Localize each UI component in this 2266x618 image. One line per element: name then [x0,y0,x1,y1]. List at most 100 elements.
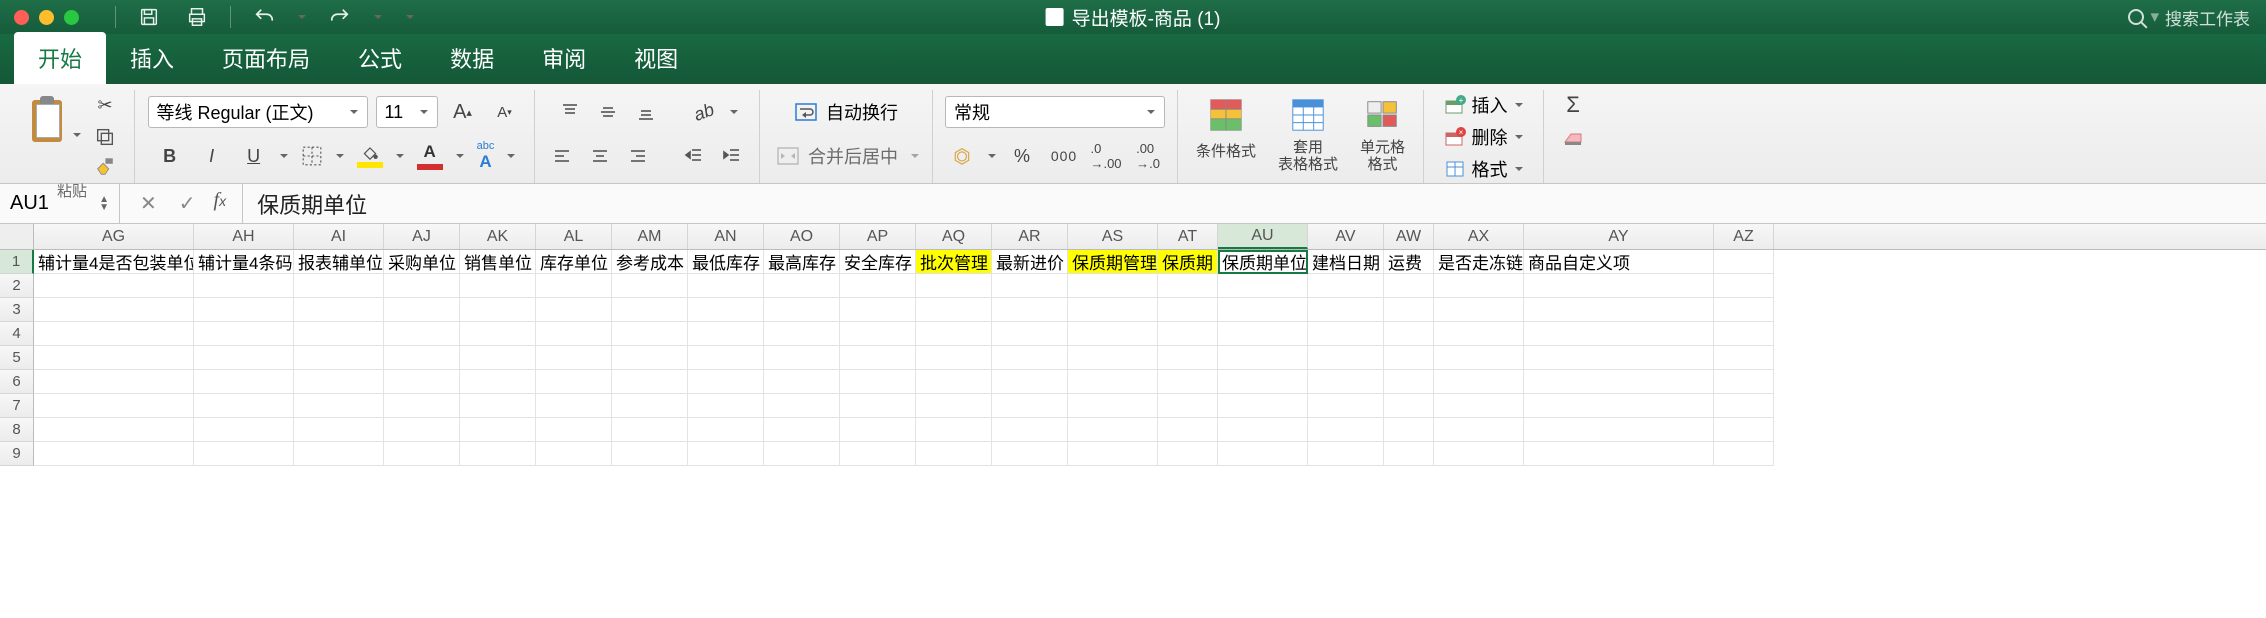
format-as-table-button[interactable]: 套用 表格格式 [1272,90,1344,177]
cell-AS6[interactable] [1068,370,1158,394]
cell-AO7[interactable] [764,394,840,418]
tab-插入[interactable]: 插入 [106,32,198,84]
cell-AS3[interactable] [1068,298,1158,322]
cell-AI1[interactable]: 报表辅单位 [294,250,384,274]
tab-公式[interactable]: 公式 [334,32,426,84]
cell-AP8[interactable] [840,418,916,442]
cell-AL8[interactable] [536,418,612,442]
cell-AM1[interactable]: 参考成本 [612,250,688,274]
orientation-button[interactable]: ab [687,97,721,127]
font-color-button[interactable]: A [413,140,447,172]
cell-AI2[interactable] [294,274,384,298]
font-color-dropdown[interactable] [455,150,465,162]
cell-AH6[interactable] [194,370,294,394]
cell-AI9[interactable] [294,442,384,466]
borders-button[interactable] [297,143,327,169]
cell-AK9[interactable] [460,442,536,466]
cell-AZ4[interactable] [1714,322,1774,346]
cut-button[interactable]: ✂ [88,90,122,120]
cell-AI7[interactable] [294,394,384,418]
increase-font-button[interactable]: A▴ [446,97,480,127]
cell-AT3[interactable] [1158,298,1218,322]
cell-AS2[interactable] [1068,274,1158,298]
cell-AH7[interactable] [194,394,294,418]
cell-AL3[interactable] [536,298,612,322]
font-size-dropdown[interactable]: 11 [376,96,438,128]
cell-AP6[interactable] [840,370,916,394]
column-header-AW[interactable]: AW [1384,224,1434,249]
cell-AU6[interactable] [1218,370,1308,394]
align-bottom-button[interactable] [631,99,661,125]
cell-AG6[interactable] [34,370,194,394]
row-header-8[interactable]: 8 [0,418,34,442]
cell-AP2[interactable] [840,274,916,298]
decrease-decimal-button[interactable]: .00→.0 [1131,141,1165,171]
row-header-6[interactable]: 6 [0,370,34,394]
column-header-AQ[interactable]: AQ [916,224,992,249]
cell-AT1[interactable]: 保质期 [1158,250,1218,274]
cell-AJ3[interactable] [384,298,460,322]
cell-AT2[interactable] [1158,274,1218,298]
cell-AQ2[interactable] [916,274,992,298]
tab-页面布局[interactable]: 页面布局 [198,32,334,84]
cell-AJ6[interactable] [384,370,460,394]
fill-color-dropdown[interactable] [395,150,405,162]
cell-AK7[interactable] [460,394,536,418]
column-header-AS[interactable]: AS [1068,224,1158,249]
increase-indent-button[interactable] [717,143,747,169]
cell-AQ9[interactable] [916,442,992,466]
phonetic-button[interactable]: abcA [473,138,499,174]
cell-AU5[interactable] [1218,346,1308,370]
cell-AW2[interactable] [1384,274,1434,298]
cell-AY9[interactable] [1524,442,1714,466]
cell-AJ4[interactable] [384,322,460,346]
cell-AI8[interactable] [294,418,384,442]
cell-AT6[interactable] [1158,370,1218,394]
cell-AK6[interactable] [460,370,536,394]
cell-AW5[interactable] [1384,346,1434,370]
cell-AM9[interactable] [612,442,688,466]
cell-AN7[interactable] [688,394,764,418]
cell-AO4[interactable] [764,322,840,346]
cell-AU8[interactable] [1218,418,1308,442]
cell-AP5[interactable] [840,346,916,370]
format-cells-button[interactable]: 格式 [1440,154,1528,184]
accounting-dropdown[interactable] [987,150,997,162]
clear-button[interactable] [1556,126,1590,150]
cell-AP1[interactable]: 安全库存 [840,250,916,274]
print-button[interactable] [182,4,212,30]
cell-AJ8[interactable] [384,418,460,442]
cell-AU3[interactable] [1218,298,1308,322]
percent-button[interactable]: % [1005,141,1039,171]
number-format-dropdown[interactable]: 常规 [945,96,1165,128]
cell-AK3[interactable] [460,298,536,322]
cell-AY2[interactable] [1524,274,1714,298]
decrease-indent-button[interactable] [679,143,709,169]
align-middle-button[interactable] [593,99,623,125]
conditional-formatting-button[interactable]: 条件格式 [1190,90,1262,165]
cell-AV1[interactable]: 建档日期 [1308,250,1384,274]
cell-AS5[interactable] [1068,346,1158,370]
column-header-AU[interactable]: AU [1218,224,1308,249]
cell-AQ5[interactable] [916,346,992,370]
cell-AX3[interactable] [1434,298,1524,322]
cell-AI6[interactable] [294,370,384,394]
row-header-3[interactable]: 3 [0,298,34,322]
cell-AW3[interactable] [1384,298,1434,322]
cell-AX9[interactable] [1434,442,1524,466]
cell-AG3[interactable] [34,298,194,322]
cell-AN1[interactable]: 最低库存 [688,250,764,274]
cell-AL1[interactable]: 库存单位 [536,250,612,274]
cell-AM5[interactable] [612,346,688,370]
tab-开始[interactable]: 开始 [14,32,106,84]
cell-AI4[interactable] [294,322,384,346]
cell-AH2[interactable] [194,274,294,298]
undo-button[interactable] [249,4,279,30]
paste-dropdown[interactable] [72,129,82,141]
align-center-button[interactable] [585,143,615,169]
formula-input[interactable]: 保质期单位 [242,184,2266,223]
cell-styles-button[interactable]: 单元格 格式 [1354,90,1411,177]
merge-center-button[interactable]: 合并后居中 [772,141,902,171]
cell-AU7[interactable] [1218,394,1308,418]
cell-AH1[interactable]: 辅计量4条码 [194,250,294,274]
